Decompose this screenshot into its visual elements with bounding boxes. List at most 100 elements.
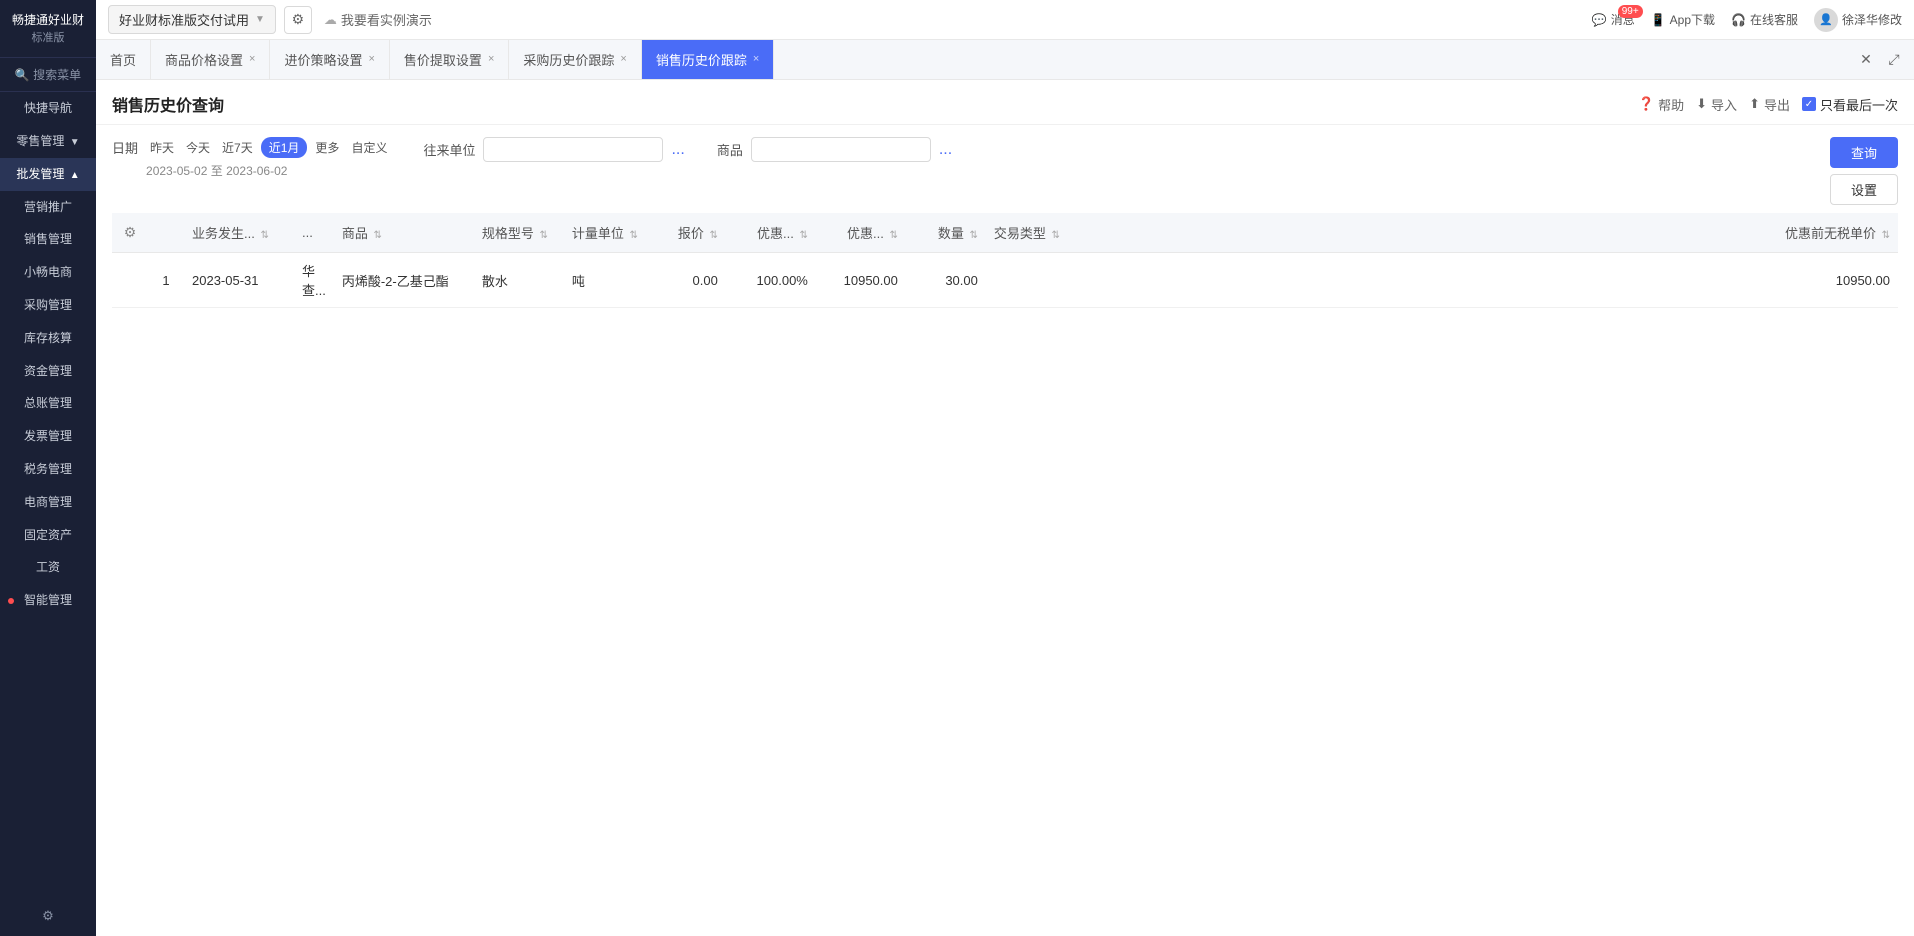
sort-icon-notax: ⇅ [1882,230,1890,241]
table-header-row: ⚙ 业务发生... ⇅ ... 商品 ⇅ [112,213,1898,253]
cell-price: 0.00 [646,253,726,308]
sort-icon-unit: ⇅ [629,230,637,241]
import-icon: ⬇ [1696,96,1707,112]
sidebar-logo: 畅捷通好业财 标准版 [0,0,96,58]
th-product[interactable]: 商品 ⇅ [334,213,474,253]
gear-icon: ⚙ [292,11,305,28]
sidebar-item-inventory[interactable]: 库存核算 [0,322,96,355]
date-option-7days[interactable]: 近7天 [218,137,257,158]
th-dots: ... [294,213,334,253]
product-selector[interactable]: 好业财标准版交付试用 ▼ [108,5,276,34]
tab-close-all-button[interactable]: ✕ [1854,48,1878,72]
sidebar-item-marketing[interactable]: 营销推广 [0,191,96,224]
date-options-container: 昨天 今天 近7天 近1月 更多 自定义 2023-05-02 至 2023-0… [146,137,391,179]
partner-filter-group: 往来单位 ... [423,137,684,162]
sidebar-item-retail[interactable]: 零售管理 ▼ [0,125,96,158]
cell-unit: 吨 [564,253,646,308]
product-filter-group: 商品 ... [717,137,952,162]
sort-icon-discount2: ⇅ [889,230,897,241]
avatar: 👤 [1814,8,1838,32]
date-option-yesterday[interactable]: 昨天 [146,137,178,158]
tab-close-product-price[interactable]: × [249,54,255,65]
tabbar-actions: ✕ ⤢ [1846,40,1914,79]
th-unit[interactable]: 计量单位 ⇅ [564,213,646,253]
product-filter-label: 商品 [717,140,743,159]
sidebar-item-smart[interactable]: 智能管理 [0,584,96,617]
import-link[interactable]: ⬇ 导入 [1696,95,1737,114]
th-discount2[interactable]: 优惠... ⇅ [816,213,906,253]
sort-icon-product: ⇅ [373,230,381,241]
th-spec[interactable]: 规格型号 ⇅ [474,213,564,253]
chevron-down-icon: ▼ [70,136,80,150]
sidebar-settings-button[interactable]: ⚙ [0,896,96,936]
only-last-checkbox-label[interactable]: ✓ 只看最后一次 [1802,95,1898,114]
sidebar-item-purchase[interactable]: 采购管理 [0,289,96,322]
tab-close-sale-extract[interactable]: × [488,54,494,65]
cloud-icon: ☁ [324,12,337,28]
date-option-1month[interactable]: 近1月 [261,137,308,158]
th-notax[interactable]: 优惠前无税单价 ⇅ [1777,213,1898,253]
tab-purchase-history[interactable]: 采购历史价跟踪 × [509,40,641,79]
question-icon: ❓ [1638,96,1654,112]
sidebar-item-tax[interactable]: 税务管理 [0,453,96,486]
sidebar-item-ecommerce-small[interactable]: 小畅电商 [0,256,96,289]
th-qty[interactable]: 数量 ⇅ [906,213,986,253]
cell-company: 华查... [294,253,334,308]
tab-close-purchase-strategy[interactable]: × [368,54,374,65]
sidebar-item-payroll[interactable]: 工资 [0,551,96,584]
date-option-custom[interactable]: 自定义 [347,137,391,158]
product-filter-input[interactable] [751,137,931,162]
partner-filter-input[interactable] [483,137,663,162]
app-download-button[interactable]: 📱 App下载 [1651,11,1715,28]
export-link[interactable]: ⬆ 导出 [1749,95,1790,114]
tab-close-purchase-history[interactable]: × [620,54,626,65]
partner-filter-label: 往来单位 [423,140,475,159]
user-menu[interactable]: 👤 徐泽华修改 [1814,8,1902,32]
sidebar-search[interactable]: 🔍 搜索菜单 [0,58,96,92]
cell-num: 1 [148,253,184,308]
action-buttons: 查询 设置 [1830,137,1898,205]
date-option-more[interactable]: 更多 [311,137,343,158]
th-discount1[interactable]: 优惠... ⇅ [726,213,816,253]
tab-sales-history[interactable]: 销售历史价跟踪 × [642,40,774,79]
tab-home[interactable]: 首页 [96,40,151,79]
sidebar-item-sales[interactable]: 销售管理 [0,223,96,256]
tab-maximize-button[interactable]: ⤢ [1882,48,1906,72]
only-last-checkbox[interactable]: ✓ [1802,97,1816,111]
th-gear: ⚙ [112,213,148,253]
sidebar-item-finance[interactable]: 资金管理 [0,355,96,388]
tab-purchase-strategy[interactable]: 进价策略设置 × [270,40,389,79]
partner-filter-dots[interactable]: ... [671,141,684,159]
th-txtype[interactable]: 交易类型 ⇅ [986,213,1076,253]
message-button[interactable]: 💬 消息 99+ [1592,11,1635,28]
topbar-settings-button[interactable]: ⚙ [284,6,312,34]
app-edition: 标准版 [32,29,65,45]
product-filter-dots[interactable]: ... [939,141,952,159]
cell-discount2: 10950.00 [816,253,906,308]
sidebar-item-invoice[interactable]: 发票管理 [0,420,96,453]
tab-close-sales-history[interactable]: × [753,54,759,65]
demo-link[interactable]: ☁ 我要看实例演示 [324,10,432,29]
sidebar-item-accounting[interactable]: 总账管理 [0,387,96,420]
tab-sale-extract[interactable]: 售价提取设置 × [390,40,509,79]
product-selector-label: 好业财标准版交付试用 [119,10,249,29]
sort-icon-qty: ⇅ [969,230,977,241]
date-options-row: 昨天 今天 近7天 近1月 更多 自定义 [146,137,391,158]
sort-icon-spec: ⇅ [539,230,547,241]
tab-product-price[interactable]: 商品价格设置 × [151,40,270,79]
sidebar-item-wholesale[interactable]: 批发管理 ▲ [0,158,96,191]
th-date[interactable]: 业务发生... ⇅ [184,213,294,253]
page-title: 销售历史价查询 [112,92,224,116]
help-link[interactable]: ❓ 帮助 [1638,95,1684,114]
query-button[interactable]: 查询 [1830,137,1898,168]
online-service-button[interactable]: 🎧 在线客服 [1731,11,1798,28]
sidebar-item-ecommerce[interactable]: 电商管理 [0,486,96,519]
table-settings-icon[interactable]: ⚙ [124,224,137,240]
settings-button[interactable]: 设置 [1830,174,1898,205]
sidebar-item-assets[interactable]: 固定资产 [0,519,96,552]
sidebar-item-quick-nav[interactable]: 快捷导航 [0,92,96,125]
page-header-actions: ❓ 帮助 ⬇ 导入 ⬆ 导出 ✓ 只看最后一次 [1638,95,1898,114]
th-price[interactable]: 报价 ⇅ [646,213,726,253]
date-option-today[interactable]: 今天 [182,137,214,158]
date-filter-group: 日期 昨天 今天 近7天 近1月 更多 自定义 2023-05-02 至 202… [112,137,391,179]
